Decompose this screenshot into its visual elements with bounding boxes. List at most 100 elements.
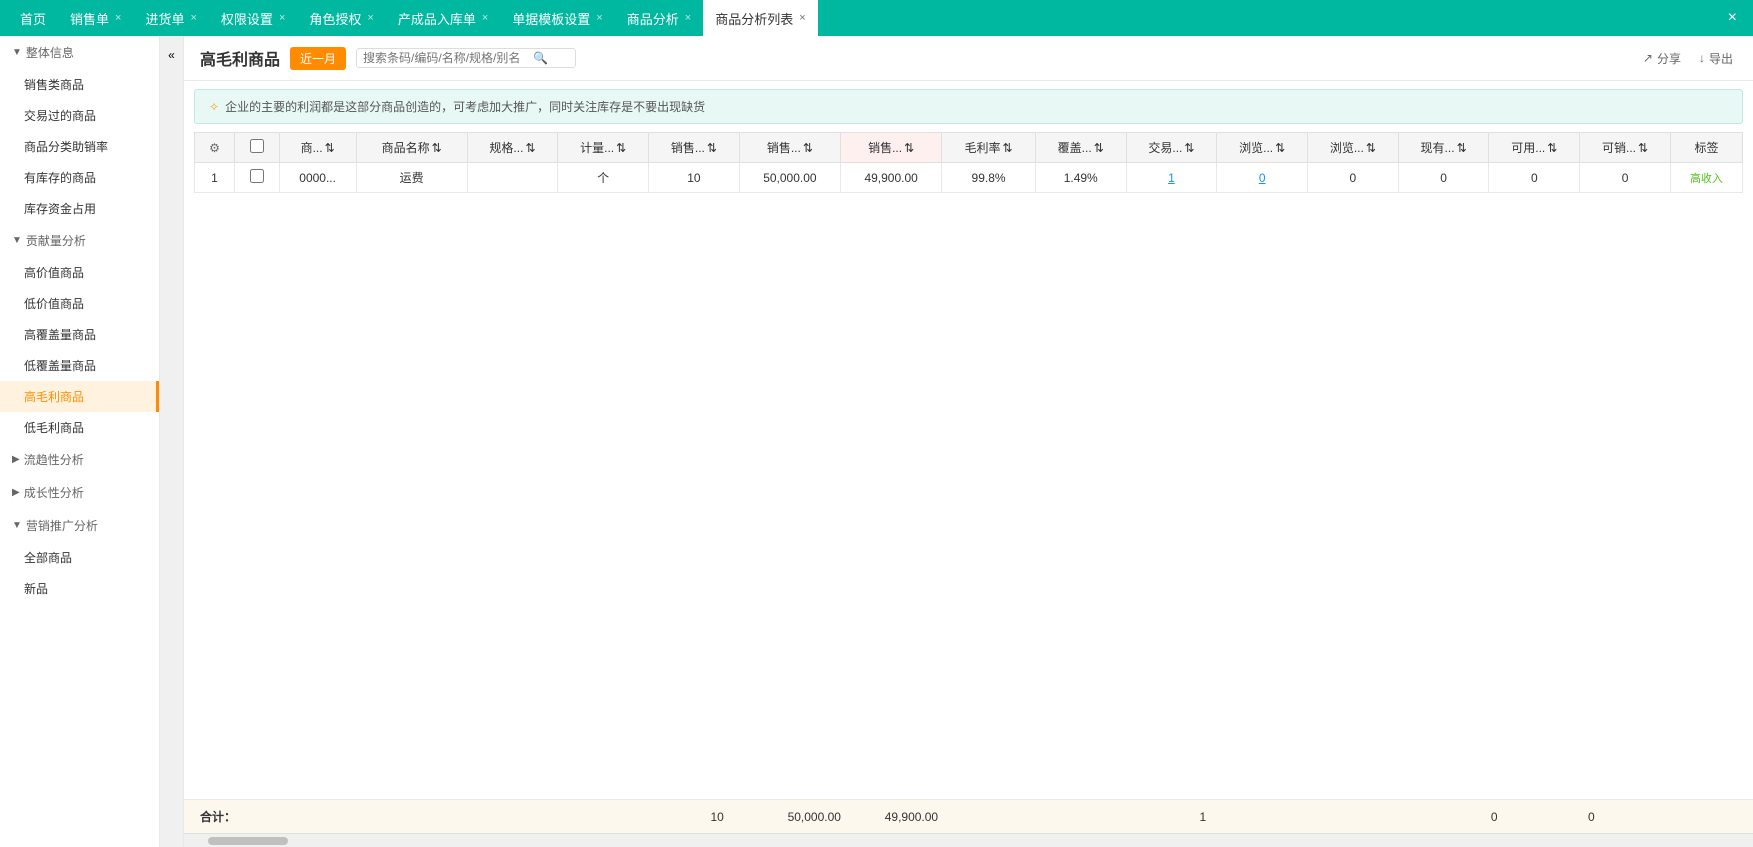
close-role-auth[interactable]: × — [367, 12, 373, 24]
sort-sales-amount[interactable]: 销售... ⇅ — [767, 139, 813, 156]
sidebar-group-contribution[interactable]: ▼ 贡献量分析 — [0, 224, 159, 257]
sort-sku-code[interactable]: 商... ⇅ — [301, 139, 335, 156]
sort-sales-profit[interactable]: 销售... ⇅ — [868, 139, 914, 156]
close-product-analysis-list[interactable]: × — [799, 12, 805, 24]
horizontal-scrollbar[interactable] — [184, 833, 1753, 847]
sidebar-item-new-goods[interactable]: 新品 — [0, 573, 159, 604]
close-all-tabs[interactable]: × — [1720, 9, 1745, 27]
col-sku-code[interactable]: 商... ⇅ — [279, 133, 356, 163]
sidebar-group-marketing[interactable]: ▼ 营销推广分析 — [0, 509, 159, 542]
col-checkbox — [234, 133, 279, 163]
sort-unit[interactable]: 计量... ⇅ — [580, 139, 626, 156]
close-purchase-order[interactable]: × — [190, 12, 196, 24]
row-index: 1 — [195, 163, 235, 193]
filter-recent-month-btn[interactable]: 近一月 — [290, 47, 346, 70]
table-row: 1 0000... 运费 个 10 50,000.00 49,900.00 99… — [195, 163, 1743, 193]
close-doc-template[interactable]: × — [596, 12, 602, 24]
sort-icon-8: ⇅ — [1003, 141, 1013, 155]
sidebar-item-traded-goods[interactable]: 交易过的商品 — [0, 100, 159, 131]
info-banner: ✧ 企业的主要的利润都是这部分商品创造的，可考虑加大推广，同时关注库存是不要出现… — [194, 89, 1743, 124]
sidebar-item-category-rate[interactable]: 商品分类助销率 — [0, 131, 159, 162]
nav-purchase-order[interactable]: 进货单 × — [133, 0, 208, 36]
nav-role-auth[interactable]: 角色授权 × — [297, 0, 385, 36]
col-name[interactable]: 商品名称 ⇅ — [356, 133, 467, 163]
search-input[interactable] — [363, 51, 533, 65]
export-button[interactable]: ↓ 导出 — [1695, 48, 1737, 69]
col-available-stock[interactable]: 可用... ⇅ — [1489, 133, 1580, 163]
sidebar-item-high-margin[interactable]: 高毛利商品 — [0, 381, 159, 412]
nav-home[interactable]: 首页 — [8, 0, 58, 36]
sidebar-item-stocked-goods[interactable]: 有库存的商品 — [0, 162, 159, 193]
sort-views1[interactable]: 浏览... ⇅ — [1239, 139, 1285, 156]
close-product-analysis[interactable]: × — [685, 12, 691, 24]
tag-high-income: 高收入 — [1690, 173, 1723, 185]
sidebar-item-all-goods[interactable]: 全部商品 — [0, 542, 159, 573]
col-unit[interactable]: 计量... ⇅ — [558, 133, 649, 163]
sort-current-stock[interactable]: 现有... ⇅ — [1421, 139, 1467, 156]
data-table: ⚙ 商... ⇅ 商品名称 — [194, 132, 1743, 193]
footer-spacer3 — [474, 810, 571, 824]
cell-name: 运费 — [356, 163, 467, 193]
cell-views2: 0 — [1308, 163, 1399, 193]
settings-icon[interactable]: ⚙ — [209, 141, 220, 155]
sort-icon-9: ⇅ — [1094, 141, 1104, 155]
col-transactions[interactable]: 交易... ⇅ — [1126, 133, 1217, 163]
arrow-down-icon-2: ▼ — [12, 235, 22, 246]
sort-icon-13: ⇅ — [1457, 141, 1467, 155]
close-product-inbound[interactable]: × — [482, 12, 488, 24]
transactions-link[interactable]: 1 — [1168, 171, 1175, 185]
footer-label: 合计： — [200, 808, 280, 825]
sidebar-item-high-value[interactable]: 高价值商品 — [0, 257, 159, 288]
search-icon[interactable]: 🔍 — [533, 51, 548, 65]
col-coverage[interactable]: 覆盖... ⇅ — [1035, 133, 1126, 163]
arrow-down-icon: ▼ — [12, 47, 22, 58]
share-button[interactable]: ↗ 分享 — [1639, 48, 1685, 69]
close-permission-settings[interactable]: × — [279, 12, 285, 24]
sort-name[interactable]: 商品名称 ⇅ — [382, 139, 442, 156]
sidebar-item-high-coverage[interactable]: 高覆盖量商品 — [0, 319, 159, 350]
nav-product-inbound[interactable]: 产成品入库单 × — [386, 0, 500, 36]
sidebar-group-overall[interactable]: ▼ 整体信息 — [0, 36, 159, 69]
nav-product-analysis[interactable]: 商品分析 × — [615, 0, 703, 36]
sidebar-item-low-value[interactable]: 低价值商品 — [0, 288, 159, 319]
col-gross-margin[interactable]: 毛利率 ⇅ — [942, 133, 1036, 163]
sort-available-stock[interactable]: 可用... ⇅ — [1511, 139, 1557, 156]
row-checkbox[interactable] — [250, 169, 264, 183]
close-sales-order[interactable]: × — [115, 12, 121, 24]
col-spec[interactable]: 规格... ⇅ — [467, 133, 558, 163]
col-sales-profit[interactable]: 销售... ⇅ — [841, 133, 942, 163]
nav-doc-template[interactable]: 单据模板设置 × — [500, 0, 614, 36]
table-wrapper: ⚙ 商... ⇅ 商品名称 — [184, 132, 1753, 799]
sidebar-group-growth[interactable]: ▶ 成长性分析 — [0, 476, 159, 509]
sidebar-item-low-coverage[interactable]: 低覆盖量商品 — [0, 350, 159, 381]
sort-spec[interactable]: 规格... ⇅ — [489, 139, 535, 156]
col-sales-qty[interactable]: 销售... ⇅ — [649, 133, 740, 163]
nav-sales-order[interactable]: 销售单 × — [58, 0, 133, 36]
nav-permission-settings[interactable]: 权限设置 × — [209, 0, 297, 36]
sort-icon-5: ⇅ — [707, 141, 717, 155]
nav-product-analysis-list[interactable]: 商品分析列表 × — [703, 0, 817, 36]
col-current-stock[interactable]: 现有... ⇅ — [1398, 133, 1489, 163]
sidebar-item-stock-capital[interactable]: 库存资金占用 — [0, 193, 159, 224]
scroll-thumb[interactable] — [208, 837, 288, 845]
sort-views2[interactable]: 浏览... ⇅ — [1330, 139, 1376, 156]
top-nav: 首页 销售单 × 进货单 × 权限设置 × 角色授权 × 产成品入库单 × 单据… — [0, 0, 1753, 36]
cell-sku-code[interactable]: 0000... — [279, 163, 356, 193]
sidebar-item-sales-goods[interactable]: 销售类商品 — [0, 69, 159, 100]
sidebar-item-low-margin[interactable]: 低毛利商品 — [0, 412, 159, 443]
sort-sales-qty[interactable]: 销售... ⇅ — [671, 139, 717, 156]
sidebar-group-trend[interactable]: ▶ 流趋性分析 — [0, 443, 159, 476]
sort-transactions[interactable]: 交易... ⇅ — [1148, 139, 1194, 156]
col-views1[interactable]: 浏览... ⇅ — [1217, 133, 1308, 163]
col-sales-amount[interactable]: 销售... ⇅ — [739, 133, 840, 163]
col-sellable-stock[interactable]: 可销... ⇅ — [1580, 133, 1671, 163]
sort-gross-margin[interactable]: 毛利率 ⇅ — [965, 139, 1013, 156]
sidebar-collapse-btn[interactable]: « — [160, 36, 184, 847]
select-all-checkbox[interactable] — [250, 139, 264, 153]
cell-sellable-stock: 0 — [1580, 163, 1671, 193]
col-settings[interactable]: ⚙ — [195, 133, 235, 163]
views1-link[interactable]: 0 — [1259, 171, 1266, 185]
sort-sellable-stock[interactable]: 可销... ⇅ — [1602, 139, 1648, 156]
sort-coverage[interactable]: 覆盖... ⇅ — [1058, 139, 1104, 156]
col-views2[interactable]: 浏览... ⇅ — [1308, 133, 1399, 163]
